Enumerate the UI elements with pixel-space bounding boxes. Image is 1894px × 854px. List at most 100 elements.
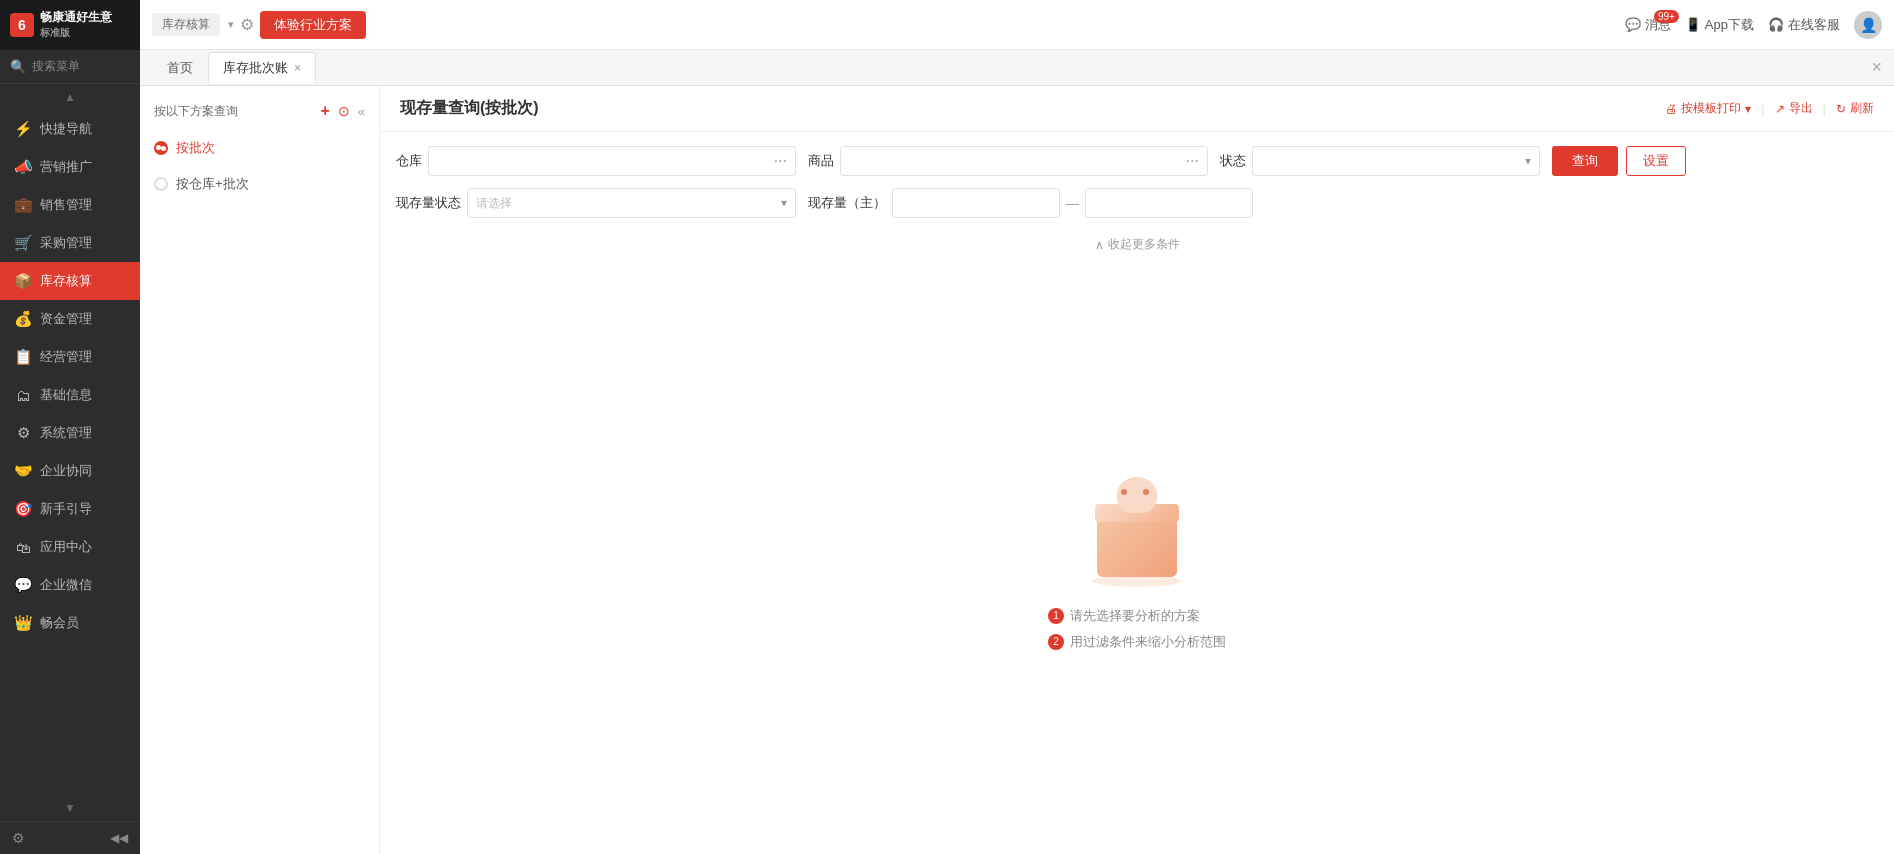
collapse-icon: ∧ xyxy=(1095,238,1104,252)
trial-btn[interactable]: 体验行业方案 xyxy=(260,11,366,39)
filter-option-batch[interactable]: 按批次 xyxy=(140,130,379,166)
page-title: 现存量查询(按批次) xyxy=(400,98,539,119)
message-group[interactable]: 💬 消息 99+ xyxy=(1625,16,1671,34)
stock-status-arrow: ▾ xyxy=(781,196,787,210)
warehouse-label: 仓库 xyxy=(396,152,422,170)
warehouse-field: 仓库 ··· xyxy=(396,146,796,176)
filter-option-warehouse-batch[interactable]: 按仓库+批次 xyxy=(140,166,379,202)
status-dropdown-arrow: ▾ xyxy=(1525,154,1531,168)
sidebar-item-label: 营销推广 xyxy=(40,158,92,176)
sidebar-search-label: 搜索菜单 xyxy=(32,58,80,75)
marketing-icon: 📣 xyxy=(14,158,32,176)
setting-btn[interactable]: 设置 xyxy=(1626,146,1686,176)
operations-icon: 📋 xyxy=(14,348,32,366)
close-icon: × xyxy=(1871,57,1882,78)
quick-nav-icon: ⚡ xyxy=(14,120,32,138)
active-tab-label: 库存批次账 xyxy=(223,59,288,77)
filter-collapse-icon[interactable]: « xyxy=(358,104,365,119)
filter-add-icon[interactable]: + xyxy=(320,102,329,120)
print-icon: 🖨 xyxy=(1665,102,1677,116)
sidebar-item-label: 快捷导航 xyxy=(40,120,92,138)
refresh-btn[interactable]: ↻ 刷新 xyxy=(1836,100,1874,117)
app-download-group[interactable]: 📱 App下载 xyxy=(1685,16,1754,34)
product-input[interactable]: ··· xyxy=(840,146,1208,176)
collapse-more-btn[interactable]: ∧ 收起更多条件 xyxy=(396,230,1878,259)
sidebar-item-wechat[interactable]: 💬 企业微信 xyxy=(0,566,140,604)
tip-text-2: 用过滤条件来缩小分析范围 xyxy=(1070,633,1226,651)
tab-close-icon[interactable]: × xyxy=(294,61,301,75)
warehouse-text-input[interactable] xyxy=(437,154,770,168)
sidebar-item-label: 系统管理 xyxy=(40,424,92,442)
sidebar-item-finance[interactable]: 💰 资金管理 xyxy=(0,300,140,338)
user-avatar[interactable]: 👤 xyxy=(1854,11,1882,39)
enterprise-icon: 🤝 xyxy=(14,462,32,480)
sidebar-search-row[interactable]: 🔍 搜索菜单 xyxy=(0,50,140,84)
sidebar-item-label: 基础信息 xyxy=(40,386,92,404)
sidebar-collapse-icon[interactable]: ◀◀ xyxy=(110,831,128,845)
topbar-gear-icon[interactable]: ⚙ xyxy=(240,15,254,34)
tab-home[interactable]: 首页 xyxy=(152,52,208,84)
sidebar-item-operations[interactable]: 📋 经营管理 xyxy=(0,338,140,376)
tabbar: 首页 库存批次账 × × xyxy=(140,50,1894,86)
filter-sidebar: 按以下方案查询 + ⊙ « 按批次 按仓库+批次 xyxy=(140,86,380,854)
finance-icon: 💰 xyxy=(14,310,32,328)
print-btn[interactable]: 🖨 按模板打印 ▾ xyxy=(1665,100,1751,117)
breadcrumb-dropdown-arrow[interactable]: ▾ xyxy=(228,18,234,31)
sidebar-item-sales[interactable]: 💼 销售管理 xyxy=(0,186,140,224)
sidebar-settings-icon[interactable]: ⚙ xyxy=(12,830,25,846)
tab-inventory-batch[interactable]: 库存批次账 × xyxy=(208,52,316,84)
online-service-group[interactable]: 🎧 在线客服 xyxy=(1768,16,1840,34)
purchase-icon: 🛒 xyxy=(14,234,32,252)
app-title: 畅康通好生意 xyxy=(40,10,112,26)
tab-panel-close-btn[interactable]: × xyxy=(1871,57,1882,78)
online-service-label: 在线客服 xyxy=(1788,16,1840,34)
sidebar-item-quick-nav[interactable]: ⚡ 快捷导航 xyxy=(0,110,140,148)
app-download-label: App下载 xyxy=(1705,16,1754,34)
stock-qty-field: 现存量（主） — xyxy=(808,188,1208,218)
filter-settings-icon[interactable]: ⊙ xyxy=(338,103,350,119)
filter-label-warehouse-batch: 按仓库+批次 xyxy=(176,175,249,193)
stock-qty-to[interactable] xyxy=(1085,188,1253,218)
sidebar-item-purchase[interactable]: 🛒 采购管理 xyxy=(0,224,140,262)
refresh-icon: ↻ xyxy=(1836,102,1846,116)
warehouse-input[interactable]: ··· xyxy=(428,146,796,176)
inventory-icon: 📦 xyxy=(14,272,32,290)
sidebar-scroll-down[interactable]: ▼ xyxy=(0,795,140,821)
filter-radio-warehouse-batch xyxy=(154,177,168,191)
empty-state: 1 请先选择要分析的方案 2 用过滤条件来缩小分析范围 xyxy=(380,273,1894,854)
sidebar-item-label: 企业协同 xyxy=(40,462,92,480)
status-dropdown[interactable]: ▾ xyxy=(1252,146,1540,176)
query-btn[interactable]: 查询 xyxy=(1552,146,1618,176)
phone-icon: 📱 xyxy=(1685,17,1701,32)
stock-qty-from[interactable] xyxy=(892,188,1060,218)
sidebar-item-inventory[interactable]: 📦 库存核算 xyxy=(0,262,140,300)
sidebar-item-label: 畅会员 xyxy=(40,614,79,632)
newbie-icon: 🎯 xyxy=(14,500,32,518)
action-divider-2: | xyxy=(1823,101,1826,116)
product-dots-icon[interactable]: ··· xyxy=(1186,152,1199,170)
print-dropdown-arrow[interactable]: ▾ xyxy=(1745,102,1751,116)
sidebar-scroll-up[interactable]: ▲ xyxy=(0,84,140,110)
vip-icon: 👑 xyxy=(14,614,32,632)
sidebar-item-newbie[interactable]: 🎯 新手引导 xyxy=(0,490,140,528)
sidebar-item-marketing[interactable]: 📣 营销推广 xyxy=(0,148,140,186)
topbar: 库存核算 ▾ ⚙ 体验行业方案 💬 消息 99+ 📱 App下载 🎧 在线客服 … xyxy=(140,0,1894,50)
sidebar-item-basic[interactable]: 🗂 基础信息 xyxy=(0,376,140,414)
sidebar-item-vip[interactable]: 👑 畅会员 xyxy=(0,604,140,642)
sidebar-item-label: 采购管理 xyxy=(40,234,92,252)
warehouse-dots-icon[interactable]: ··· xyxy=(774,152,787,170)
product-text-input[interactable] xyxy=(849,154,1182,168)
sidebar-item-enterprise[interactable]: 🤝 企业协同 xyxy=(0,452,140,490)
export-btn[interactable]: ↗ 导出 xyxy=(1775,100,1813,117)
stock-qty-label: 现存量（主） xyxy=(808,194,886,212)
sidebar: 6 畅康通好生意 标准版 🔍 搜索菜单 ▲ ⚡ 快捷导航 📣 营销推广 💼 销售… xyxy=(0,0,140,854)
page-actions: 🖨 按模板打印 ▾ | ↗ 导出 | ↻ 刷新 xyxy=(1665,100,1874,117)
product-label: 商品 xyxy=(808,152,834,170)
sidebar-item-system[interactable]: ⚙ 系统管理 xyxy=(0,414,140,452)
stock-status-dropdown[interactable]: 请选择 ▾ xyxy=(467,188,796,218)
action-divider-1: | xyxy=(1761,101,1764,116)
app-edition: 标准版 xyxy=(40,26,112,40)
sidebar-item-appstore[interactable]: 🛍 应用中心 xyxy=(0,528,140,566)
empty-tip-2: 2 用过滤条件来缩小分析范围 xyxy=(1048,633,1226,651)
stock-status-label: 现存量状态 xyxy=(396,194,461,212)
